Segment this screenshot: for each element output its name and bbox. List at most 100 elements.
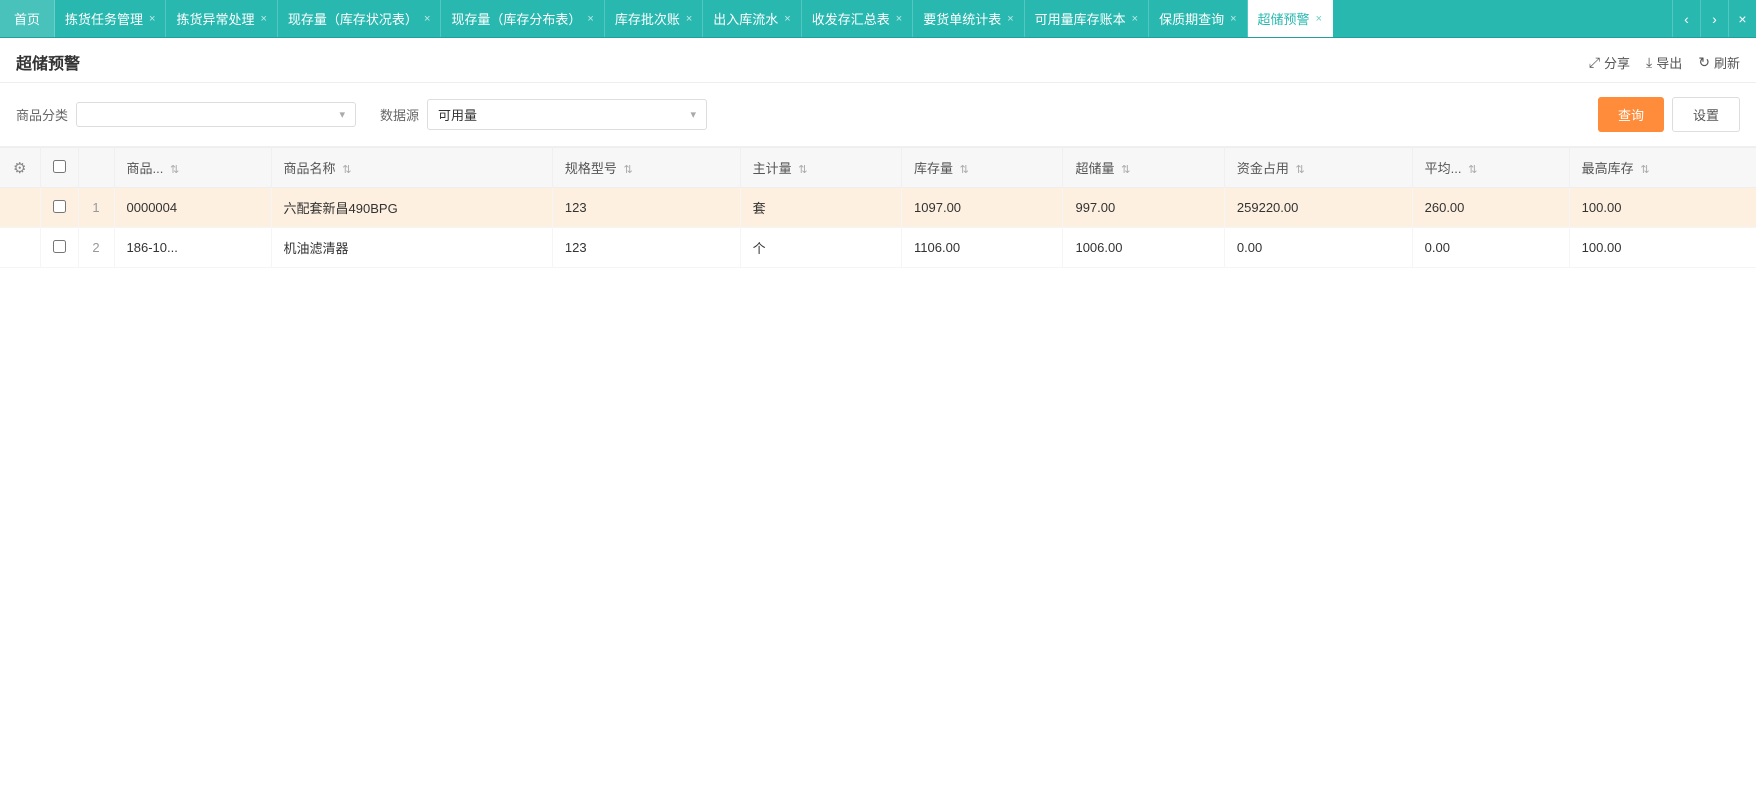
- tab-tab1[interactable]: 拣货任务管理 ×: [55, 0, 166, 37]
- tab-label: 库存批次账: [615, 9, 680, 28]
- tab-close-icon[interactable]: ×: [424, 13, 430, 25]
- col-stock-header[interactable]: 库存量 ⇅: [902, 148, 1063, 188]
- tab-label: 超储预警: [1258, 9, 1310, 28]
- datasource-select[interactable]: 可用量 ▾: [427, 99, 707, 130]
- tab-tab7[interactable]: 收发存汇总表 ×: [802, 0, 913, 37]
- col-code-header[interactable]: 商品... ⇅: [114, 148, 271, 188]
- col-unit-label: 主计量: [753, 161, 792, 176]
- tab-tab3[interactable]: 现存量（库存状况表） ×: [278, 0, 441, 37]
- tab-label: 收发存汇总表: [812, 9, 890, 28]
- table-gear-icon[interactable]: ⚙: [13, 160, 26, 177]
- tab-close-icon[interactable]: ×: [896, 13, 902, 25]
- tab-close-icon[interactable]: ×: [1230, 13, 1236, 25]
- col-max-header[interactable]: 最高库存 ⇅: [1569, 148, 1756, 188]
- datasource-filter: 数据源 可用量 ▾: [380, 99, 707, 130]
- tab-tab6[interactable]: 出入库流水 ×: [703, 0, 801, 37]
- row-code-cell: 0000004: [114, 188, 271, 228]
- col-over-header[interactable]: 超储量 ⇅: [1063, 148, 1224, 188]
- col-settings-header: ⚙: [0, 148, 40, 188]
- tab-tab10[interactable]: 保质期查询 ×: [1149, 0, 1247, 37]
- col-spec-header[interactable]: 规格型号 ⇅: [552, 148, 740, 188]
- tab-label: 要货单统计表: [923, 9, 1001, 28]
- tab-label: 拣货异常处理: [176, 9, 254, 28]
- row-checkbox-cell[interactable]: [40, 188, 78, 228]
- col-code-label: 商品...: [127, 161, 164, 176]
- tab-close-icon[interactable]: ×: [587, 13, 593, 25]
- query-button[interactable]: 查询: [1598, 97, 1664, 132]
- table-row: 1 0000004 六配套新昌490BPG 123 套 1097.00 997.…: [0, 188, 1756, 228]
- row-unit-cell: 个: [740, 228, 901, 268]
- row-checkbox-cell[interactable]: [40, 228, 78, 268]
- col-unit-sort-icon: ⇅: [798, 164, 807, 176]
- tab-close-icon[interactable]: ×: [784, 13, 790, 25]
- tab-close-icon[interactable]: ×: [149, 13, 155, 25]
- tab-tab9[interactable]: 可用量库存账本 ×: [1025, 0, 1149, 37]
- row-unit-cell: 套: [740, 188, 901, 228]
- row-stock-cell: 1106.00: [902, 228, 1063, 268]
- table-header-row: ⚙ 商品... ⇅ 商品名称 ⇅ 规格型号: [0, 148, 1756, 188]
- home-label: 首页: [14, 9, 40, 28]
- row-over-cell: 997.00: [1063, 188, 1224, 228]
- tab-tab4[interactable]: 现存量（库存分布表） ×: [441, 0, 604, 37]
- tab-label: 保质期查询: [1159, 9, 1224, 28]
- nav-next-btn[interactable]: ›: [1700, 0, 1728, 37]
- col-stock-label: 库存量: [914, 161, 953, 176]
- row-settings-cell: [0, 188, 40, 228]
- row-checkbox[interactable]: [53, 240, 66, 253]
- share-button[interactable]: ⤢ 分享: [1589, 53, 1630, 72]
- row-avg-cell: 260.00: [1412, 188, 1569, 228]
- col-over-sort-icon: ⇅: [1121, 164, 1130, 176]
- settings-button[interactable]: 设置: [1672, 97, 1740, 132]
- tab-tab2[interactable]: 拣货异常处理 ×: [166, 0, 277, 37]
- topbar-nav-arrows: ‹ › ×: [1672, 0, 1756, 37]
- export-label: 导出: [1656, 53, 1682, 72]
- col-avg-label: 平均...: [1425, 161, 1462, 176]
- col-unit-header[interactable]: 主计量 ⇅: [740, 148, 901, 188]
- row-num-cell: 2: [78, 228, 114, 268]
- col-avg-header[interactable]: 平均... ⇅: [1412, 148, 1569, 188]
- tab-label: 拣货任务管理: [65, 9, 143, 28]
- tab-close-icon[interactable]: ×: [260, 13, 266, 25]
- table-row: 2 186-10... 机油滤清器 123 个 1106.00 1006.00 …: [0, 228, 1756, 268]
- row-code-cell: 186-10...: [114, 228, 271, 268]
- refresh-button[interactable]: ↻ 刷新: [1698, 53, 1740, 72]
- row-spec-cell: 123: [552, 188, 740, 228]
- col-name-header[interactable]: 商品名称 ⇅: [271, 148, 552, 188]
- data-table: ⚙ 商品... ⇅ 商品名称 ⇅ 规格型号: [0, 147, 1756, 268]
- col-capital-header[interactable]: 资金占用 ⇅: [1224, 148, 1412, 188]
- col-over-label: 超储量: [1075, 161, 1114, 176]
- tab-tab8[interactable]: 要货单统计表 ×: [913, 0, 1024, 37]
- datasource-label: 数据源: [380, 105, 419, 124]
- nav-prev-btn[interactable]: ‹: [1672, 0, 1700, 37]
- category-label: 商品分类: [16, 105, 68, 124]
- row-checkbox[interactable]: [53, 200, 66, 213]
- refresh-label: 刷新: [1714, 53, 1740, 72]
- category-select[interactable]: ▾: [76, 102, 356, 127]
- col-max-sort-icon: ⇅: [1640, 164, 1649, 176]
- export-button[interactable]: ⤓ 导出: [1646, 53, 1682, 72]
- share-icon: ⤢: [1589, 54, 1600, 71]
- tab-close-icon[interactable]: ×: [1316, 13, 1322, 25]
- select-all-checkbox[interactable]: [53, 160, 66, 173]
- tab-label: 现存量（库存状况表）: [288, 9, 418, 28]
- col-check-header: [40, 148, 78, 188]
- home-tab[interactable]: 首页: [0, 0, 55, 37]
- page-header: 超储预警 ⤢ 分享 ⤓ 导出 ↻ 刷新: [0, 38, 1756, 83]
- datasource-chevron-down-icon: ▾: [691, 108, 697, 121]
- share-label: 分享: [1604, 53, 1630, 72]
- category-chevron-down-icon: ▾: [339, 108, 345, 121]
- export-icon: ⤓: [1646, 54, 1652, 71]
- tab-tab5[interactable]: 库存批次账 ×: [605, 0, 703, 37]
- header-actions: ⤢ 分享 ⤓ 导出 ↻ 刷新: [1589, 53, 1740, 72]
- row-max-cell: 100.00: [1569, 228, 1756, 268]
- topbar: 首页 拣货任务管理 ×拣货异常处理 ×现存量（库存状况表） ×现存量（库存分布表…: [0, 0, 1756, 38]
- tab-close-icon[interactable]: ×: [1132, 13, 1138, 25]
- nav-close-btn[interactable]: ×: [1728, 0, 1756, 37]
- row-spec-cell: 123: [552, 228, 740, 268]
- tab-close-icon[interactable]: ×: [686, 13, 692, 25]
- tab-close-icon[interactable]: ×: [1007, 13, 1013, 25]
- row-name-cell: 机油滤清器: [271, 228, 552, 268]
- row-stock-cell: 1097.00: [902, 188, 1063, 228]
- col-spec-label: 规格型号: [565, 161, 617, 176]
- tab-tab11[interactable]: 超储预警 ×: [1248, 0, 1333, 37]
